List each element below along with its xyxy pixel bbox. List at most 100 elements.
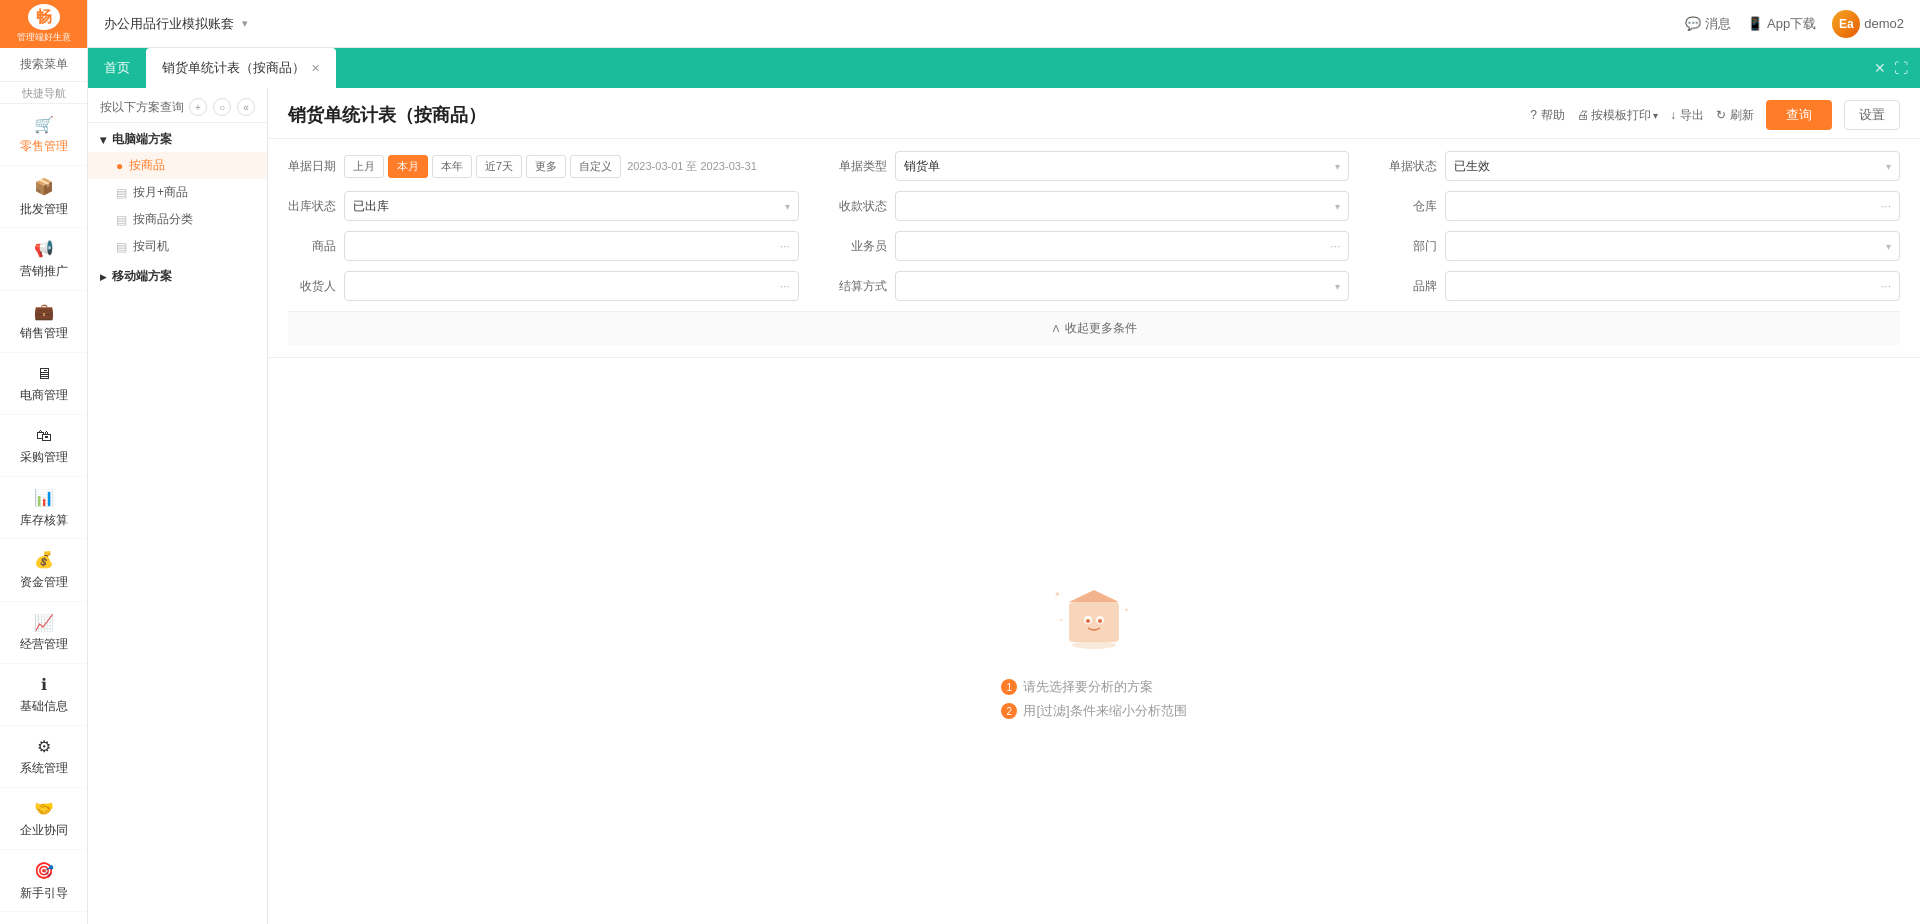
tab-sales-stats[interactable]: 销货单统计表（按商品） ✕ [146,48,336,88]
tab-sales-stats-label: 销货单统计表（按商品） [162,59,305,77]
sidebar-item-finance[interactable]: 💰 资金管理 [0,539,87,601]
date-tab-this-year[interactable]: 本年 [432,155,472,178]
help-btn[interactable]: ? 帮助 [1530,107,1565,124]
empty-illustration: ✦ ✦ ✦ [1044,562,1144,662]
export-icon: ↓ [1670,108,1676,122]
sidebar-item-cooperation[interactable]: 🤝 企业协同 [0,788,87,850]
print-btn[interactable]: 🖨 按模板打印 ▾ [1577,107,1658,124]
date-tab-this-month[interactable]: 本月 [388,155,428,178]
purchase-icon: 🛍 [36,425,52,447]
search-menu[interactable]: 搜索菜单 [0,48,87,82]
inventory-icon: 📊 [34,487,54,509]
app-download-label: App下载 [1767,15,1816,33]
tabbar: 首页 销货单统计表（按商品） ✕ ✕ ⛶ [88,48,1920,88]
sidebar-item-purchase[interactable]: 🛍 采购管理 [0,415,87,477]
date-tab-custom[interactable]: 自定义 [570,155,621,178]
edit-plan-btn[interactable]: ○ [213,98,231,116]
message-label: 消息 [1705,15,1731,33]
quick-nav-label: 快捷导航 [0,82,87,104]
receiver-control[interactable]: ··· [344,271,799,301]
dept-control[interactable]: ▾ [1445,231,1900,261]
filter-area: 单据日期 上月 本月 本年 近7天 更多 自定义 2023-03-01 至 20… [268,139,1920,358]
svg-rect-0 [1069,602,1119,642]
empty-tip-2: 2 用[过滤]条件来缩小分析范围 [1001,702,1186,720]
tree-item-month-goods[interactable]: ▤ 按月+商品 [88,179,267,206]
collapse-filter-btn[interactable]: ∧ 收起更多条件 [288,311,1900,345]
export-btn[interactable]: ↓ 导出 [1670,107,1704,124]
user-menu[interactable]: Ea demo2 [1832,10,1904,38]
staff-dots: ··· [1330,239,1340,253]
svg-marker-1 [1069,590,1119,602]
doc-type-control[interactable]: 销货单 ▾ [895,151,1350,181]
date-tab-more[interactable]: 更多 [526,155,566,178]
warehouse-status-chevron: ▾ [785,201,790,212]
top-title: 办公用品行业模拟账套 [104,15,234,33]
warehouse-status-label: 出库状态 [288,198,344,215]
tab-close-window-btn[interactable]: ✕ [1874,60,1886,76]
guide-icon: 🎯 [34,860,54,882]
sidebar-item-system[interactable]: ⚙ 系统管理 [0,726,87,788]
sidebar-item-sales[interactable]: 💼 销售管理 [0,291,87,353]
date-label: 单据日期 [288,158,344,175]
brand-control[interactable]: ··· [1445,271,1900,301]
date-range-text: 2023-03-01 至 2023-03-31 [627,159,757,174]
collapse-panel-btn[interactable]: « [237,98,255,116]
query-btn[interactable]: 查询 [1766,100,1832,130]
empty-tip-1-text: 请先选择要分析的方案 [1023,678,1153,696]
page-title: 销货单统计表（按商品） [288,103,486,127]
doc-status-label: 单据状态 [1389,158,1445,175]
left-panel-title: 按以下方案查询 [100,99,184,116]
date-tab-7days[interactable]: 近7天 [476,155,522,178]
content-area: 按以下方案查询 + ○ « ▾ 电脑端方案 ● 按商品 ▤ 按月+商品 ▤ [88,88,1920,924]
settings-btn[interactable]: 设置 [1844,100,1900,130]
sidebar-item-appcenter[interactable]: 📱 应用中心 [0,912,87,924]
sidebar-item-basic[interactable]: ℹ 基础信息 [0,664,87,726]
payment-control[interactable]: ▾ [895,271,1350,301]
tip-num-2: 2 [1001,703,1017,719]
top-dropdown[interactable]: ▾ [242,17,248,30]
sidebar-item-marketing[interactable]: 📢 营销推广 [0,228,87,290]
tree-arrow-mobile-icon: ▸ [100,270,106,284]
goods-control[interactable]: ··· [344,231,799,261]
app-download-btn[interactable]: 📱 App下载 [1747,15,1816,33]
warehouse-label: 仓库 [1389,198,1445,215]
main-area: 办公用品行业模拟账套 ▾ 💬 消息 📱 App下载 Ea demo2 首页 销货… [88,0,1920,924]
finance-icon: 💰 [34,549,54,571]
sidebar-item-guide[interactable]: 🎯 新手引导 [0,850,87,912]
add-plan-btn[interactable]: + [189,98,207,116]
sidebar-item-retail[interactable]: 🛒 零售管理 [0,104,87,166]
filter-group-warehouse-status: 出库状态 已出库 ▾ [288,191,799,221]
message-btn[interactable]: 💬 消息 [1685,15,1731,33]
sidebar-item-inventory[interactable]: 📊 库存核算 [0,477,87,539]
sidebar-item-operations[interactable]: 📈 经营管理 [0,602,87,664]
svg-point-4 [1086,619,1090,623]
left-panel-header: 按以下方案查询 + ○ « [88,88,267,123]
tab-home[interactable]: 首页 [88,48,146,88]
payment-label: 结算方式 [839,278,895,295]
date-tab-last-month[interactable]: 上月 [344,155,384,178]
warehouse-status-control[interactable]: 已出库 ▾ [344,191,799,221]
svg-text:✦: ✦ [1124,607,1129,613]
tab-home-label: 首页 [104,59,130,77]
tab-expand-btn[interactable]: ⛶ [1894,60,1908,76]
tree-item-by-goods[interactable]: ● 按商品 [88,152,267,179]
filter-row-2: 出库状态 已出库 ▾ 收款状态 ▾ [288,191,1900,221]
staff-control[interactable]: ··· [895,231,1350,261]
message-icon: 💬 [1685,16,1701,31]
filter-group-warehouse: 仓库 ··· [1389,191,1900,221]
tab-close-icon[interactable]: ✕ [311,62,320,75]
sidebar-item-ecommerce[interactable]: 🖥 电商管理 [0,353,87,415]
refresh-btn[interactable]: ↻ 刷新 [1716,107,1754,124]
tree-item-by-driver[interactable]: ▤ 按司机 [88,233,267,260]
collect-status-control[interactable]: ▾ [895,191,1350,221]
ecommerce-icon: 🖥 [36,363,52,385]
doc-status-control[interactable]: 已生效 ▾ [1445,151,1900,181]
filter-row-3: 商品 ··· 业务员 ··· [288,231,1900,261]
tree-item-goods-category[interactable]: ▤ 按商品分类 [88,206,267,233]
sidebar-item-wholesale[interactable]: 📦 批发管理 [0,166,87,228]
left-panel: 按以下方案查询 + ○ « ▾ 电脑端方案 ● 按商品 ▤ 按月+商品 ▤ [88,88,268,924]
goods-label: 商品 [288,238,344,255]
empty-tip-2-text: 用[过滤]条件来缩小分析范围 [1023,702,1186,720]
warehouse-control[interactable]: ··· [1445,191,1900,221]
refresh-icon: ↻ [1716,108,1726,122]
